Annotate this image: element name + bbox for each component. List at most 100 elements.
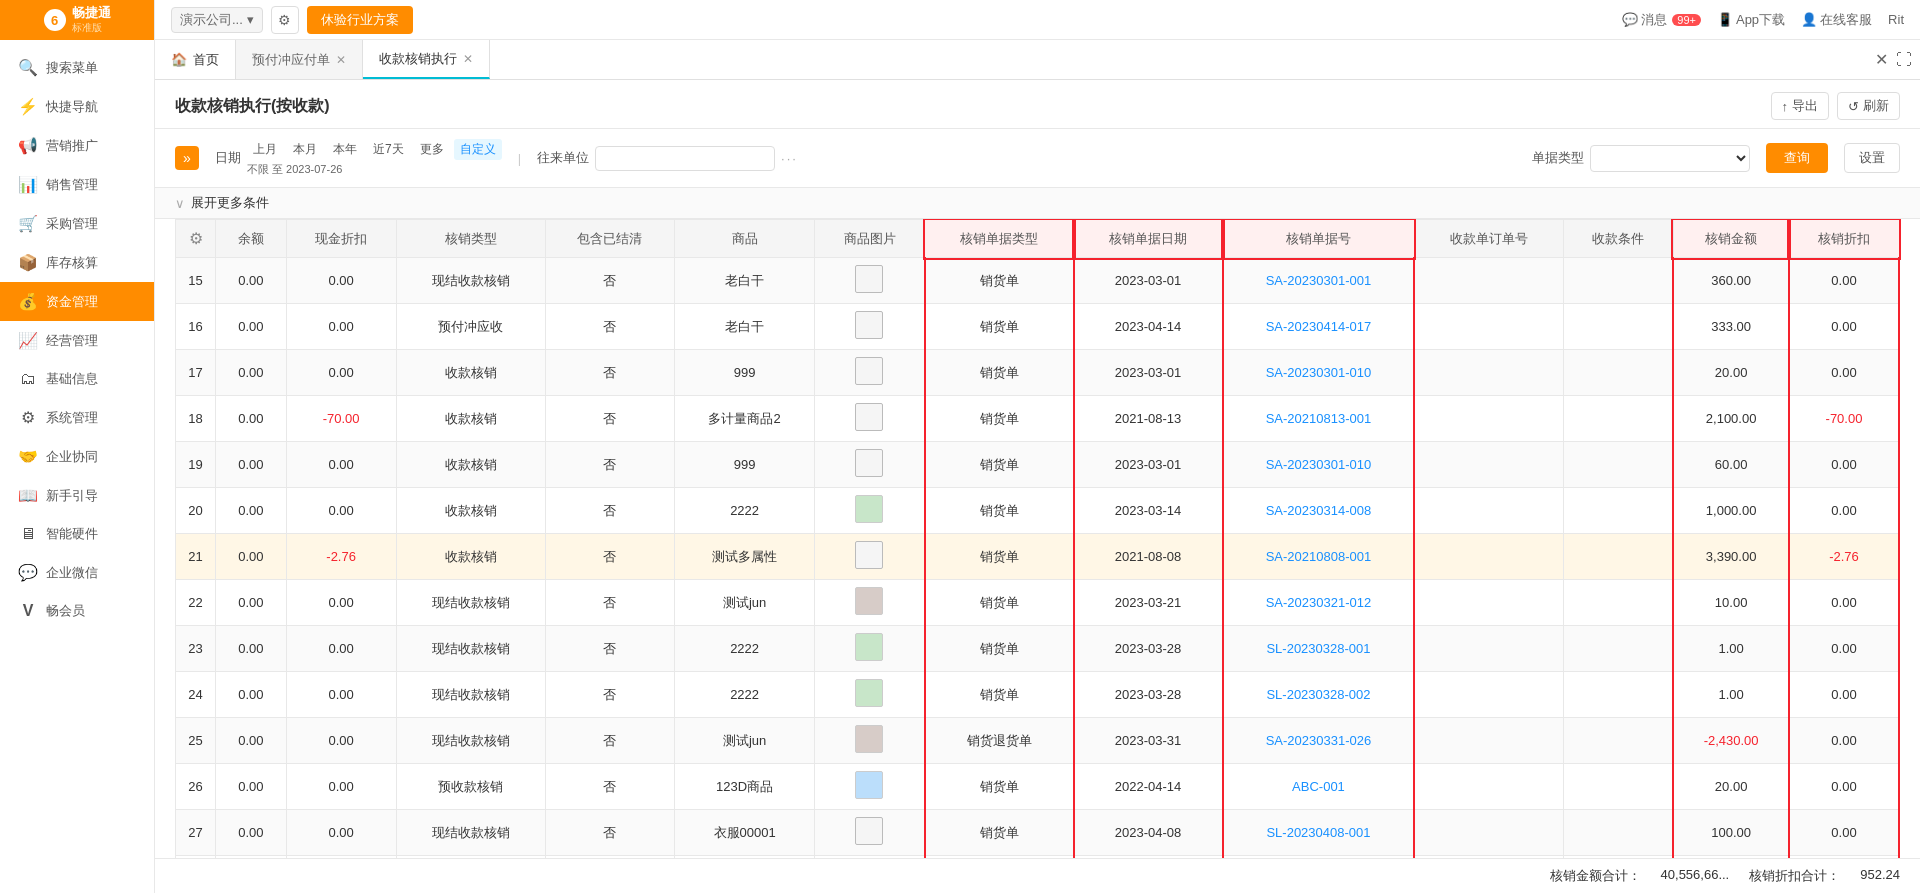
cell-balance: 0.00 bbox=[216, 258, 287, 304]
date-btn-this-year[interactable]: 本年 bbox=[327, 139, 363, 160]
cell-writeoff-no[interactable]: SL-20230328-001 bbox=[1223, 626, 1415, 672]
sidebar-item-guide[interactable]: 📖 新手引导 bbox=[0, 476, 154, 515]
cell-id: 23 bbox=[176, 626, 216, 672]
cell-writeoff-date: 2023-04-08 bbox=[1074, 810, 1223, 856]
total-amount-value: 40,556,66... bbox=[1661, 867, 1730, 885]
cell-type: 收款核销 bbox=[396, 534, 545, 580]
cell-included: 否 bbox=[545, 258, 674, 304]
sidebar-item-wechat[interactable]: 💬 企业微信 bbox=[0, 553, 154, 592]
date-label: 日期 bbox=[215, 149, 241, 167]
collab-nav-icon: 🤝 bbox=[18, 447, 38, 466]
cell-receipt-order bbox=[1414, 534, 1563, 580]
member-nav-icon: V bbox=[18, 602, 38, 620]
table-row: 15 0.00 0.00 现结收款核销 否 老白干 销货单 2023-03-01… bbox=[176, 258, 1900, 304]
sidebar-item-member[interactable]: V 畅会员 bbox=[0, 592, 154, 630]
app-download-button[interactable]: 📱 App下载 bbox=[1717, 11, 1785, 29]
cell-writeoff-no[interactable]: SA-20230331-026 bbox=[1223, 718, 1415, 764]
date-btn-last-month[interactable]: 上月 bbox=[247, 139, 283, 160]
message-button[interactable]: 💬 消息 99+ bbox=[1622, 11, 1701, 29]
company-selector[interactable]: 演示公司... ▾ bbox=[171, 7, 263, 33]
cell-included: 否 bbox=[545, 442, 674, 488]
online-service-button[interactable]: 👤 在线客服 bbox=[1801, 11, 1872, 29]
cell-writeoff-no[interactable]: SA-20230301-010 bbox=[1223, 350, 1415, 396]
settings-button[interactable]: ⚙ bbox=[271, 6, 299, 34]
voucher-type-select[interactable] bbox=[1590, 145, 1750, 172]
voucher-type-label: 单据类型 bbox=[1532, 149, 1584, 167]
cell-writeoff-no[interactable]: SA-20210813-001 bbox=[1223, 396, 1415, 442]
tab-writeoff-close[interactable]: ✕ bbox=[463, 52, 473, 66]
tab-fullscreen-button[interactable]: ⛶ bbox=[1896, 51, 1912, 69]
sidebar-item-inventory[interactable]: 📦 库存核算 bbox=[0, 243, 154, 282]
sidebar-item-sales[interactable]: 📊 销售管理 bbox=[0, 165, 154, 204]
sidebar-item-purchase[interactable]: 🛒 采购管理 bbox=[0, 204, 154, 243]
sidebar-item-collab[interactable]: 🤝 企业协同 bbox=[0, 437, 154, 476]
export-button[interactable]: ↑ 导出 bbox=[1771, 92, 1830, 120]
from-unit-filter: 往来单位 ··· bbox=[537, 146, 798, 171]
cell-goods-img bbox=[815, 626, 925, 672]
sidebar-item-operation[interactable]: 📈 经营管理 bbox=[0, 321, 154, 360]
tab-prepay[interactable]: 预付冲应付单 ✕ bbox=[236, 40, 363, 79]
page-title: 收款核销执行(按收款) bbox=[175, 96, 330, 117]
cell-balance: 0.00 bbox=[216, 488, 287, 534]
cell-goods: 测试多属性 bbox=[674, 534, 814, 580]
query-button[interactable]: 查询 bbox=[1766, 143, 1828, 173]
tab-prepay-close[interactable]: ✕ bbox=[336, 53, 346, 67]
date-btn-more[interactable]: 更多 bbox=[414, 139, 450, 160]
cell-writeoff-type: 销货单 bbox=[925, 764, 1074, 810]
date-btn-custom[interactable]: 自定义 bbox=[454, 139, 502, 160]
date-btn-7days[interactable]: 近7天 bbox=[367, 139, 410, 160]
filter-settings-button[interactable]: 设置 bbox=[1844, 143, 1900, 173]
cell-writeoff-no[interactable]: ABC-001 bbox=[1223, 764, 1415, 810]
cell-receipt-condition bbox=[1563, 626, 1673, 672]
date-btn-this-month[interactable]: 本月 bbox=[287, 139, 323, 160]
sidebar-item-marketing[interactable]: 📢 营销推广 bbox=[0, 126, 154, 165]
cell-goods-img bbox=[815, 258, 925, 304]
cell-writeoff-amount: 60.00 bbox=[1673, 442, 1789, 488]
cell-writeoff-no[interactable]: SA-20230301-010 bbox=[1223, 442, 1415, 488]
cell-writeoff-no[interactable]: SA-20210808-001 bbox=[1223, 534, 1415, 580]
from-unit-input[interactable] bbox=[595, 146, 775, 171]
sidebar-item-system[interactable]: ⚙ 系统管理 bbox=[0, 398, 154, 437]
sidebar-item-label: 畅会员 bbox=[46, 602, 85, 620]
expand-more-bar[interactable]: ∨ 展开更多条件 bbox=[155, 188, 1920, 219]
cell-goods-img bbox=[815, 718, 925, 764]
tab-home[interactable]: 🏠 首页 bbox=[155, 40, 236, 79]
cell-receipt-condition bbox=[1563, 258, 1673, 304]
expand-button[interactable]: » bbox=[175, 146, 199, 170]
cell-writeoff-no[interactable]: SA-20230301-001 bbox=[1223, 258, 1415, 304]
cell-writeoff-amount: 2,100.00 bbox=[1673, 396, 1789, 442]
sidebar-item-basic[interactable]: 🗂 基础信息 bbox=[0, 360, 154, 398]
sidebar-item-hardware[interactable]: 🖥 智能硬件 bbox=[0, 515, 154, 553]
tab-writeoff[interactable]: 收款核销执行 ✕ bbox=[363, 40, 490, 79]
cell-writeoff-discount: 0.00 bbox=[1789, 672, 1899, 718]
system-nav-icon: ⚙ bbox=[18, 408, 38, 427]
user-name-button[interactable]: Rit bbox=[1888, 12, 1904, 27]
sidebar-item-finance[interactable]: 💰 资金管理 bbox=[0, 282, 154, 321]
cell-id: 24 bbox=[176, 672, 216, 718]
refresh-button[interactable]: ↺ 刷新 bbox=[1837, 92, 1900, 120]
cell-id: 19 bbox=[176, 442, 216, 488]
tab-close-all-button[interactable]: ✕ bbox=[1875, 50, 1888, 69]
col-header-balance: 余额 bbox=[216, 220, 287, 258]
cell-writeoff-no[interactable]: SL-20230418-001 bbox=[1223, 856, 1415, 859]
sidebar-item-label: 采购管理 bbox=[46, 215, 98, 233]
cell-receipt-condition bbox=[1563, 764, 1673, 810]
table-wrapper[interactable]: ⚙ 余额 现金折扣 核销类型 包含已结清 商品 商品图片 核销单据类型 核销单据… bbox=[155, 219, 1920, 858]
cell-writeoff-discount: 0.00 bbox=[1789, 764, 1899, 810]
cell-writeoff-no[interactable]: SL-20230408-001 bbox=[1223, 810, 1415, 856]
cell-balance: 0.00 bbox=[216, 580, 287, 626]
sidebar-item-shortcut[interactable]: ⚡ 快捷导航 bbox=[0, 87, 154, 126]
cell-goods-img bbox=[815, 534, 925, 580]
cell-included: 否 bbox=[545, 672, 674, 718]
cell-writeoff-no[interactable]: SA-20230414-017 bbox=[1223, 304, 1415, 350]
sidebar-item-search[interactable]: 🔍 搜索菜单 bbox=[0, 48, 154, 87]
cell-writeoff-no[interactable]: SA-20230321-012 bbox=[1223, 580, 1415, 626]
col-header-writeoff-type: 核销单据类型 bbox=[925, 220, 1074, 258]
cell-receipt-condition bbox=[1563, 396, 1673, 442]
industry-button[interactable]: 休验行业方案 bbox=[307, 6, 413, 34]
cell-writeoff-no[interactable]: SA-20230314-008 bbox=[1223, 488, 1415, 534]
cell-writeoff-date: 2021-08-13 bbox=[1074, 396, 1223, 442]
col-header-settings[interactable]: ⚙ bbox=[176, 220, 216, 258]
cell-receipt-order bbox=[1414, 810, 1563, 856]
cell-writeoff-no[interactable]: SL-20230328-002 bbox=[1223, 672, 1415, 718]
